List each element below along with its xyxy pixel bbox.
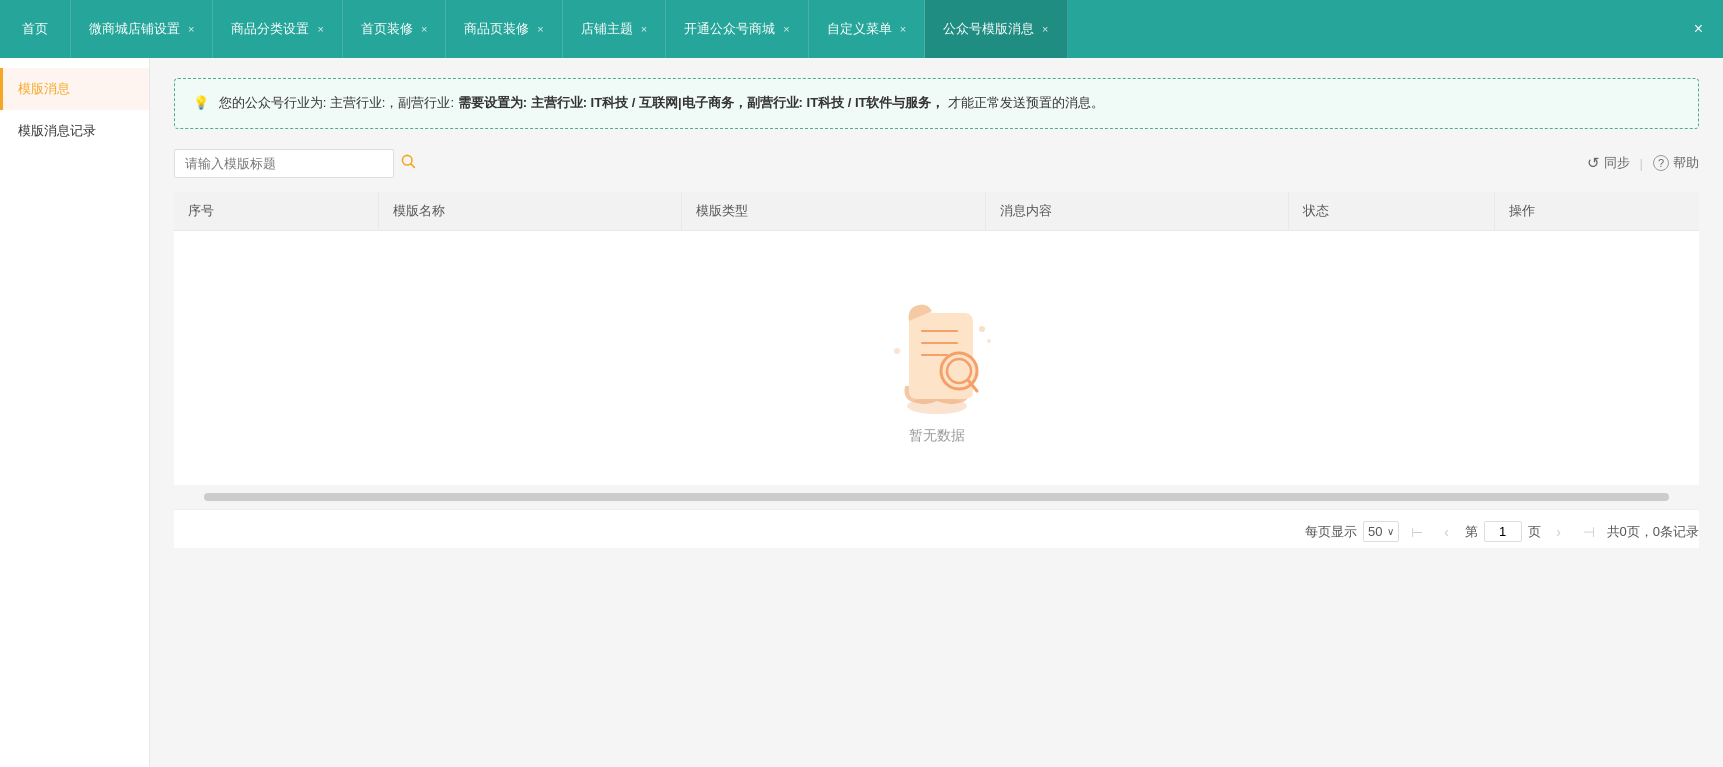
first-page-button[interactable]: ⊢ [1405, 520, 1429, 544]
notice-icon: 💡 [193, 95, 209, 110]
last-page-button[interactable]: ⊣ [1577, 520, 1601, 544]
sync-label: 同步 [1604, 154, 1630, 172]
page-size-value: 50 [1368, 524, 1382, 539]
nav-tab-product-page-decor[interactable]: 商品页装修× [446, 0, 562, 58]
nav-tab-micro-shop[interactable]: 微商城店铺设置× [71, 0, 213, 58]
pagination: 每页显示 50 ∨ ⊢ ‹ 第 页 › ⊣ 共0页，0条记录 [174, 509, 1699, 548]
main-layout: 模版消息模版消息记录 💡 您的公众号行业为: 主营行业:，副营行业: 需要设置为… [0, 58, 1723, 767]
scroll-track[interactable] [204, 493, 1669, 501]
data-table: 序号模版名称模版类型消息内容状态操作 [174, 192, 1699, 231]
page-size-label: 每页显示 [1305, 523, 1357, 541]
close-tab-open-wechat-mall[interactable]: × [783, 23, 789, 35]
help-icon: ? [1653, 155, 1669, 171]
help-label: 帮助 [1673, 154, 1699, 172]
sidebar-item-template-msg-record[interactable]: 模版消息记录 [0, 110, 149, 152]
close-tab-home-decor[interactable]: × [421, 23, 427, 35]
search-input[interactable] [174, 149, 394, 178]
content-area: 💡 您的公众号行业为: 主营行业:，副营行业: 需要设置为: 主营行业: IT科… [150, 58, 1723, 767]
sync-button[interactable]: ↺ 同步 [1587, 154, 1630, 172]
notice-text2: 才能正常发送预置的消息。 [948, 95, 1104, 110]
notice-highlight: 需要设置为: 主营行业: IT科技 / 互联网|电子商务，副营行业: IT科技 … [458, 95, 945, 110]
nav-tab-custom-menu[interactable]: 自定义菜单× [809, 0, 925, 58]
close-tab-custom-menu[interactable]: × [900, 23, 906, 35]
nav-tab-wechat-template-msg[interactable]: 公众号模版消息× [925, 0, 1067, 58]
page-size-dropdown-icon: ∨ [1387, 526, 1394, 537]
table-header-status: 状态 [1289, 192, 1495, 231]
no-data-illustration [877, 291, 997, 421]
sidebar: 模版消息模版消息记录 [0, 58, 150, 767]
svg-point-10 [987, 339, 991, 343]
top-nav: 首页微商城店铺设置×商品分类设置×首页装修×商品页装修×店铺主题×开通公众号商城… [0, 0, 1723, 58]
nav-tab-shop-theme[interactable]: 店铺主题× [563, 0, 666, 58]
svg-point-11 [894, 348, 900, 354]
search-icon [400, 153, 416, 169]
svg-point-9 [979, 326, 985, 332]
close-tab-micro-shop[interactable]: × [188, 23, 194, 35]
help-button[interactable]: ? 帮助 [1653, 154, 1699, 172]
search-button[interactable] [400, 153, 416, 173]
table-header-content: 消息内容 [985, 192, 1289, 231]
sidebar-item-template-msg[interactable]: 模版消息 [0, 68, 149, 110]
close-tab-shop-theme[interactable]: × [641, 23, 647, 35]
close-all-button[interactable]: × [1674, 0, 1723, 58]
search-bar: ↺ 同步 | ? 帮助 [174, 149, 1699, 178]
total-info: 共0页，0条记录 [1607, 523, 1699, 541]
search-left [174, 149, 416, 178]
page-prefix-label: 第 [1465, 523, 1478, 541]
table-header-seq: 序号 [174, 192, 378, 231]
next-page-button[interactable]: › [1547, 520, 1571, 544]
page-unit-label: 页 [1528, 523, 1541, 541]
prev-page-button[interactable]: ‹ [1435, 520, 1459, 544]
close-tab-product-category[interactable]: × [317, 23, 323, 35]
empty-text: 暂无数据 [909, 427, 965, 445]
table-header-type: 模版类型 [682, 192, 986, 231]
nav-tab-home[interactable]: 首页 [0, 0, 71, 58]
empty-icon [877, 291, 997, 411]
table-header-name: 模版名称 [378, 192, 682, 231]
table-header-action: 操作 [1495, 192, 1699, 231]
svg-line-1 [411, 164, 415, 168]
close-tab-wechat-template-msg[interactable]: × [1042, 23, 1048, 35]
notice-box: 💡 您的公众号行业为: 主营行业:，副营行业: 需要设置为: 主营行业: IT科… [174, 78, 1699, 129]
nav-tab-home-decor[interactable]: 首页装修× [343, 0, 446, 58]
empty-state: 暂无数据 [174, 231, 1699, 485]
nav-tab-product-category[interactable]: 商品分类设置× [213, 0, 342, 58]
page-number-input[interactable] [1484, 521, 1522, 542]
divider: | [1640, 156, 1643, 171]
notice-text1: 您的公众号行业为: 主营行业:，副营行业: [219, 95, 454, 110]
sync-icon: ↺ [1587, 154, 1600, 172]
close-tab-product-page-decor[interactable]: × [537, 23, 543, 35]
search-right: ↺ 同步 | ? 帮助 [1587, 154, 1699, 172]
page-size-select[interactable]: 50 ∨ [1363, 521, 1398, 542]
nav-tab-open-wechat-mall[interactable]: 开通公众号商城× [666, 0, 808, 58]
